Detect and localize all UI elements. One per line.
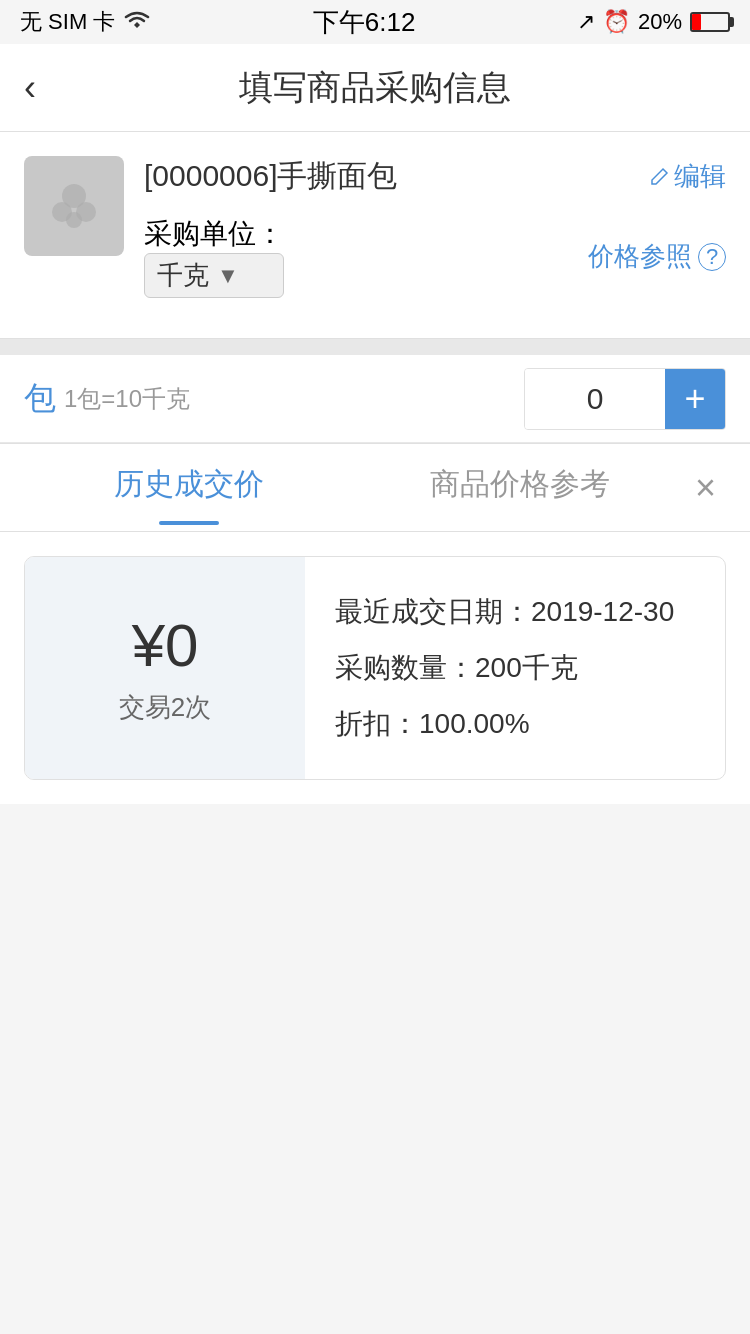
bag-unit-icon: 包 xyxy=(24,377,56,421)
product-id: [0000006] xyxy=(144,159,277,192)
tab-price-ref[interactable]: 商品价格参考 xyxy=(354,464,684,511)
carrier-text: 无 SIM 卡 xyxy=(20,7,115,37)
page-title: 填写商品采购信息 xyxy=(239,65,511,111)
quantity-plus-button[interactable]: + xyxy=(665,369,725,429)
edit-label: 编辑 xyxy=(674,159,726,194)
help-icon: ? xyxy=(698,243,726,271)
battery-percent: 20% xyxy=(638,9,682,35)
trade-count: 交易2次 xyxy=(119,690,211,725)
bottom-panel: 历史成交价 商品价格参考 × ¥0 交易2次 最近成交日期：2019-12-30… xyxy=(0,443,750,804)
unit-row: 采购单位： 千克 ▼ 价格参照 ? xyxy=(144,215,726,298)
battery-icon xyxy=(690,12,730,32)
tab-history-label: 历史成交价 xyxy=(114,467,264,500)
wifi-icon xyxy=(123,8,151,36)
discount-label: 折扣： xyxy=(335,708,419,739)
history-content: ¥0 交易2次 最近成交日期：2019-12-30 采购数量：200千克 折扣：… xyxy=(0,532,750,804)
product-thumbnail xyxy=(24,156,124,256)
quantity-row-detail: 采购数量：200千克 xyxy=(335,649,695,687)
price-value: ¥0 xyxy=(132,611,199,680)
nav-bar: ‹ 填写商品采购信息 xyxy=(0,44,750,132)
alarm-icon: ⏰ xyxy=(603,9,630,35)
svg-point-3 xyxy=(66,212,82,228)
location-icon: ↗ xyxy=(577,9,595,35)
recent-date-value: 2019-12-30 xyxy=(531,596,674,627)
status-right: ↗ ⏰ 20% xyxy=(577,9,730,35)
price-side: ¥0 交易2次 xyxy=(25,557,305,779)
unit-select[interactable]: 千克 ▼ xyxy=(144,253,284,298)
panel-close-button[interactable]: × xyxy=(685,467,726,509)
quantity-control: + xyxy=(524,368,726,430)
detail-side: 最近成交日期：2019-12-30 采购数量：200千克 折扣：100.00% xyxy=(305,557,725,779)
tab-price-ref-label: 商品价格参考 xyxy=(430,467,610,500)
product-title: 手撕面包 xyxy=(277,159,397,192)
product-name: [0000006]手撕面包 xyxy=(144,156,397,197)
price-ref-button[interactable]: 价格参照 ? xyxy=(588,239,726,274)
section-divider xyxy=(0,339,750,355)
price-ref-label: 价格参照 xyxy=(588,239,692,274)
quantity-input[interactable] xyxy=(525,369,665,429)
discount-value: 100.00% xyxy=(419,708,530,739)
recent-date-row: 最近成交日期：2019-12-30 xyxy=(335,593,695,631)
tab-history[interactable]: 历史成交价 xyxy=(24,464,354,511)
product-header: [0000006]手撕面包 编辑 采购单位： 千克 ▼ xyxy=(24,156,726,298)
product-section: [0000006]手撕面包 编辑 采购单位： 千克 ▼ xyxy=(0,132,750,339)
unit-label-area: 采购单位： 千克 ▼ xyxy=(144,215,284,298)
edit-button[interactable]: 编辑 xyxy=(648,159,726,194)
quantity-detail-value: 200千克 xyxy=(475,652,578,683)
quantity-detail-label: 采购数量： xyxy=(335,652,475,683)
unit-label-text: 采购单位： xyxy=(144,218,284,249)
chevron-down-icon: ▼ xyxy=(217,263,239,289)
status-left: 无 SIM 卡 xyxy=(20,7,151,37)
quantity-row: 包 1包=10千克 + xyxy=(0,355,750,443)
tab-bar: 历史成交价 商品价格参考 × xyxy=(0,444,750,532)
discount-row: 折扣：100.00% xyxy=(335,705,695,743)
history-card: ¥0 交易2次 最近成交日期：2019-12-30 采购数量：200千克 折扣：… xyxy=(24,556,726,780)
bag-conversion-text: 1包=10千克 xyxy=(64,383,190,415)
back-button[interactable]: ‹ xyxy=(24,67,36,109)
status-bar: 无 SIM 卡 下午6:12 ↗ ⏰ 20% xyxy=(0,0,750,44)
unit-value: 千克 xyxy=(157,258,209,293)
product-info: [0000006]手撕面包 编辑 采购单位： 千克 ▼ xyxy=(144,156,726,298)
product-name-row: [0000006]手撕面包 编辑 xyxy=(144,156,726,197)
recent-date-label: 最近成交日期： xyxy=(335,596,531,627)
status-time: 下午6:12 xyxy=(313,5,416,40)
bag-label: 包 1包=10千克 xyxy=(24,377,190,421)
